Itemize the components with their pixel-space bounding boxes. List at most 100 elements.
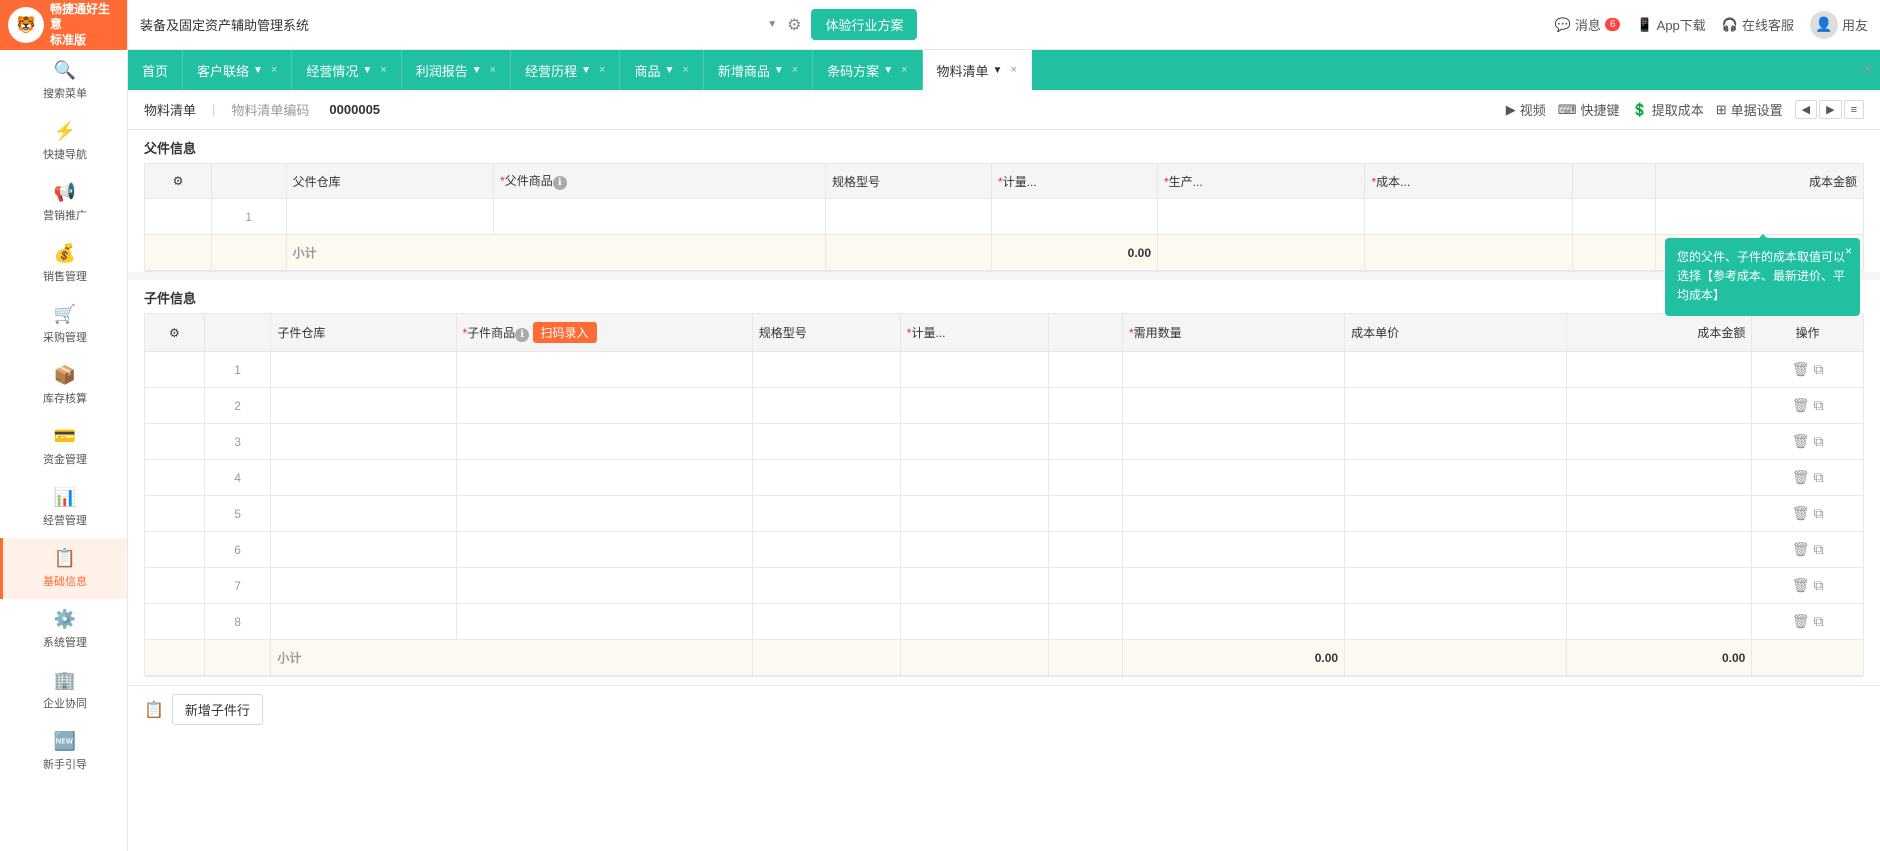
parent-produce-cell[interactable] [1158,199,1365,235]
sidebar-item-sales[interactable]: 💰 销售管理 [0,233,127,294]
child-product-7[interactable] [456,568,752,604]
child-unitcost-2[interactable] [1345,388,1567,424]
child-amount-6[interactable] [1567,532,1752,568]
child-quantity-3[interactable] [1122,424,1344,460]
child-spec-3[interactable] [752,424,900,460]
child-spec-2[interactable] [752,388,900,424]
sidebar-item-basic[interactable]: 📋 基础信息 [0,538,127,599]
parent-product-cell[interactable] [494,199,826,235]
child-product-1[interactable] [456,352,752,388]
tab-close-products[interactable]: × [682,64,688,76]
online-service-button[interactable]: 🎧 在线客服 [1722,15,1794,34]
tab-close-newproduct[interactable]: × [792,64,798,76]
child-unitcost-8[interactable] [1345,604,1567,640]
sidebar-item-system[interactable]: ⚙️ 系统管理 [0,599,127,660]
trial-button[interactable]: 体验行业方案 [811,9,917,40]
child-quantity-8[interactable] [1122,604,1344,640]
child-quantity-6[interactable] [1122,532,1344,568]
user-menu[interactable]: 👤 用友 [1810,11,1868,39]
child-warehouse-4[interactable] [271,460,456,496]
sidebar-item-marketing[interactable]: 📢 营销推广 [0,172,127,233]
child-unit-8[interactable] [900,604,1048,640]
child-amount-2[interactable] [1567,388,1752,424]
scan-button[interactable]: 扫码录入 [533,322,597,343]
cost-action[interactable]: 💲 提取成本 [1632,100,1704,119]
nav-menu-button[interactable]: ≡ [1844,100,1864,119]
child-unit-1[interactable] [900,352,1048,388]
child-spec-7[interactable] [752,568,900,604]
child-quantity-7[interactable] [1122,568,1344,604]
child-amount-7[interactable] [1567,568,1752,604]
tab-close-customer[interactable]: × [271,64,277,76]
child-warehouse-8[interactable] [271,604,456,640]
delete-icon[interactable]: 🗑 [1792,469,1810,486]
delete-icon[interactable]: 🗑 [1792,613,1810,630]
sidebar-item-operation[interactable]: 📊 经营管理 [0,477,127,538]
tab-customer[interactable]: 客户联络 ▼ × [183,50,292,90]
child-spec-1[interactable] [752,352,900,388]
sidebar-item-enterprise[interactable]: 🏢 企业协同 [0,660,127,721]
sidebar-item-finance[interactable]: 💳 资金管理 [0,416,127,477]
child-amount-5[interactable] [1567,496,1752,532]
child-unit-5[interactable] [900,496,1048,532]
tab-bom[interactable]: 物料清单 ▼ × [923,50,1032,90]
tab-close-operations[interactable]: × [380,64,386,76]
child-product-2[interactable] [456,388,752,424]
copy-icon[interactable]: ⧉ [1814,541,1824,558]
child-warehouse-7[interactable] [271,568,456,604]
message-button[interactable]: 💬 消息 6 [1555,15,1621,34]
child-warehouse-2[interactable] [271,388,456,424]
tab-newproduct[interactable]: 新增商品 ▼ × [704,50,813,90]
child-warehouse-5[interactable] [271,496,456,532]
child-spec-5[interactable] [752,496,900,532]
copy-icon[interactable]: ⧉ [1814,613,1824,630]
child-quantity-1[interactable] [1122,352,1344,388]
copy-icon[interactable]: ⧉ [1814,577,1824,594]
parent-unit-cell[interactable] [992,199,1158,235]
nav-prev-button[interactable]: ◀ [1795,100,1817,119]
child-quantity-5[interactable] [1122,496,1344,532]
sidebar-item-guide[interactable]: 🆕 新手引导 [0,721,127,782]
delete-icon[interactable]: 🗑 [1792,361,1810,378]
app-download-button[interactable]: 📱 App下载 [1636,15,1705,34]
child-warehouse-6[interactable] [271,532,456,568]
product-info-icon[interactable]: ℹ [553,176,567,190]
child-amount-3[interactable] [1567,424,1752,460]
tooltip-close-button[interactable]: × [1845,242,1852,261]
sidebar-item-inventory[interactable]: 📦 库存核算 [0,355,127,416]
child-product-8[interactable] [456,604,752,640]
tab-history[interactable]: 经营历程 ▼ × [511,50,620,90]
tab-close-bom[interactable]: × [1010,64,1016,76]
th-child-settings[interactable]: ⚙ [145,314,204,352]
child-amount-8[interactable] [1567,604,1752,640]
page-close-button[interactable]: × [1855,61,1880,79]
nav-next-button[interactable]: ▶ [1819,100,1841,119]
child-unit-2[interactable] [900,388,1048,424]
child-spec-4[interactable] [752,460,900,496]
child-unitcost-1[interactable] [1345,352,1567,388]
tab-home[interactable]: 首页 [128,50,183,90]
child-unitcost-3[interactable] [1345,424,1567,460]
child-warehouse-1[interactable] [271,352,456,388]
tab-barcode[interactable]: 条码方案 ▼ × [813,50,922,90]
tab-close-history[interactable]: × [599,64,605,76]
child-quantity-4[interactable] [1122,460,1344,496]
th-settings[interactable]: ⚙ [145,164,211,199]
child-spec-8[interactable] [752,604,900,640]
child-warehouse-3[interactable] [271,424,456,460]
copy-icon[interactable]: ⧉ [1814,433,1824,450]
child-unitcost-6[interactable] [1345,532,1567,568]
sidebar-item-search[interactable]: 🔍 搜索菜单 [0,50,127,111]
sidebar-item-purchase[interactable]: 🛒 采购管理 [0,294,127,355]
child-unit-7[interactable] [900,568,1048,604]
child-product-3[interactable] [456,424,752,460]
delete-icon[interactable]: 🗑 [1792,505,1810,522]
copy-icon[interactable]: ⧉ [1814,397,1824,414]
parent-warehouse-cell[interactable] [286,199,493,235]
child-unitcost-4[interactable] [1345,460,1567,496]
settings-icon[interactable]: ⚙ [787,15,801,35]
view-action[interactable]: ▶ 视频 [1506,100,1546,119]
copy-icon[interactable]: ⧉ [1814,361,1824,378]
child-product-6[interactable] [456,532,752,568]
delete-icon[interactable]: 🗑 [1792,541,1810,558]
